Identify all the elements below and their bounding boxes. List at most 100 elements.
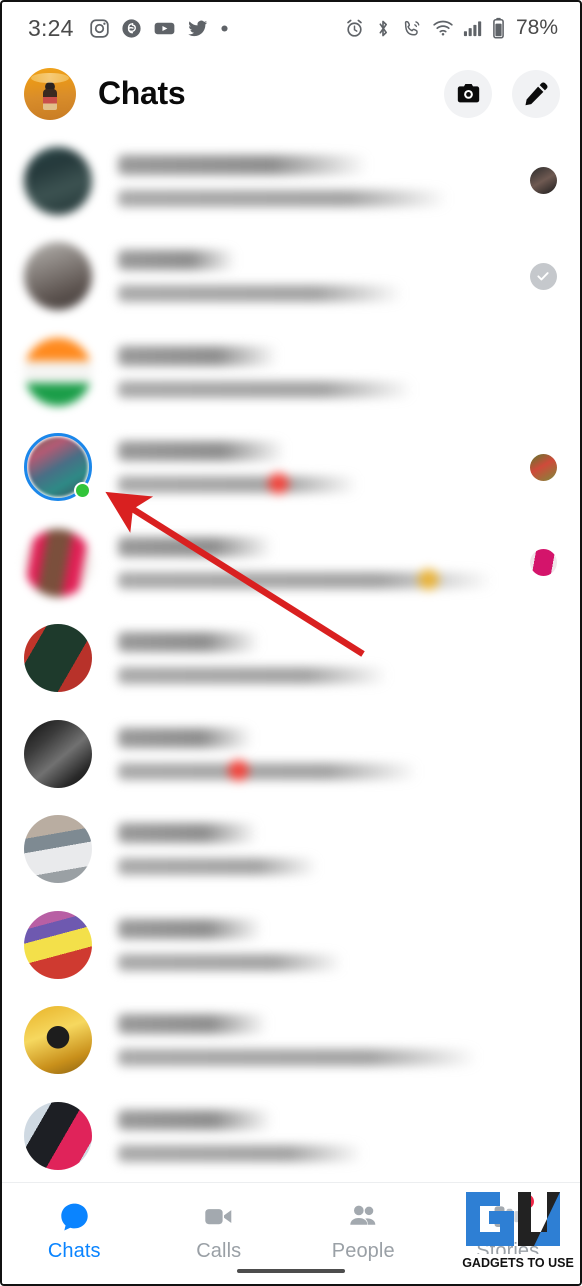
twitter-icon (187, 20, 207, 36)
nav-label-people: People (331, 1240, 395, 1262)
chat-row[interactable] (2, 229, 580, 325)
chat-avatar-wrapper[interactable] (24, 337, 92, 406)
phone-screen: 3:24 78% Chats Chats Calls People Storie… (0, 0, 582, 1286)
chat-text-block (118, 250, 518, 303)
chat-row[interactable] (2, 993, 580, 1089)
people-icon (347, 1199, 380, 1233)
chat-avatar (24, 337, 92, 406)
seen-by-avatar (529, 167, 557, 195)
chat-avatar (24, 910, 92, 979)
seen-by-avatar (529, 453, 557, 481)
new-message-button[interactable] (512, 69, 560, 118)
chat-row[interactable] (2, 1088, 580, 1184)
snippet-emoji (418, 568, 439, 590)
chat-avatar (24, 242, 92, 311)
chat-name (118, 345, 278, 366)
call-icon (404, 20, 420, 36)
camera-button[interactable] (444, 69, 492, 118)
chat-status-indicator (528, 453, 558, 481)
app-header: Chats (2, 54, 580, 133)
nav-item-chats[interactable]: Chats (2, 1183, 147, 1284)
chat-name (118, 250, 236, 271)
chat-status-indicator (528, 549, 558, 577)
chat-name (118, 441, 286, 462)
chat-avatar-wrapper[interactable] (24, 624, 92, 693)
chat-snippet (118, 858, 318, 876)
youtube-icon (154, 22, 174, 34)
seen-by-avatar (529, 549, 557, 577)
chat-avatar-wrapper[interactable] (24, 910, 92, 979)
chat-avatar (24, 1101, 92, 1170)
chat-list[interactable] (2, 133, 580, 1186)
battery-icon (493, 17, 504, 39)
chat-snippet (118, 189, 448, 207)
status-bar-right: 78% (344, 16, 558, 40)
chat-name (118, 632, 260, 653)
nav-label-calls: Calls (196, 1240, 242, 1262)
chat-row[interactable] (2, 802, 580, 898)
chat-row[interactable] (2, 611, 580, 707)
chat-avatar-wrapper[interactable] (24, 146, 92, 215)
instagram-icon (89, 18, 109, 38)
chat-row[interactable] (2, 897, 580, 993)
bottom-navigation: Chats Calls People Stories (2, 1182, 580, 1284)
chat-avatar-wrapper[interactable] (24, 815, 92, 884)
chat-snippet (118, 953, 343, 971)
chat-snippet (118, 759, 418, 781)
chat-snippet (118, 380, 413, 398)
chat-text-block (118, 154, 518, 207)
active-now-dot (74, 482, 91, 500)
chat-text-block (118, 823, 518, 876)
chat-avatar-wrapper[interactable] (24, 528, 92, 597)
chat-name (118, 823, 258, 844)
chat-text-block (118, 1109, 518, 1162)
chat-avatar (24, 1006, 92, 1075)
page-title: Chats (98, 75, 186, 111)
header-actions (444, 69, 560, 118)
chat-row[interactable] (2, 515, 580, 611)
battery-percentage: 78% (515, 16, 558, 39)
chat-text-block (118, 727, 518, 781)
chat-snippet (118, 1049, 478, 1067)
chat-avatar-wrapper[interactable] (24, 1006, 92, 1075)
chat-text-block (118, 345, 518, 398)
chat-avatar-wrapper[interactable] (24, 433, 92, 502)
chat-avatar (24, 624, 92, 693)
chat-name (118, 1014, 268, 1035)
chat-name (118, 154, 368, 175)
chat-row[interactable] (2, 324, 580, 420)
status-bar-left: 3:24 (28, 15, 229, 42)
chat-name (118, 1109, 273, 1130)
chat-snippet (118, 285, 403, 303)
chat-row[interactable] (2, 133, 580, 229)
edit-pencil-icon (524, 82, 547, 106)
chat-text-block (118, 536, 518, 590)
chat-status-indicator (528, 262, 558, 290)
nav-item-stories[interactable]: Stories (436, 1183, 581, 1284)
profile-avatar[interactable] (24, 67, 76, 120)
chat-avatar-wrapper[interactable] (24, 242, 92, 311)
chat-avatar (24, 146, 92, 215)
chat-name (118, 536, 273, 557)
chat-snippet (118, 667, 388, 685)
status-bar-clock: 3:24 (28, 14, 74, 41)
chat-row[interactable] (2, 420, 580, 516)
chat-row[interactable] (2, 706, 580, 802)
gesture-home-bar[interactable] (237, 1269, 345, 1273)
chat-text-block (118, 1014, 518, 1067)
chat-avatar-wrapper[interactable] (24, 719, 92, 788)
camera-icon (457, 84, 479, 103)
chat-avatar-wrapper[interactable] (24, 1101, 92, 1170)
dot-icon (221, 24, 228, 32)
nav-label-chats: Chats (47, 1240, 101, 1262)
chat-text-block (118, 441, 518, 495)
nav-label-stories: Stories (476, 1240, 540, 1262)
delivered-check-icon (529, 262, 557, 290)
chat-avatar (24, 528, 92, 597)
snippet-emoji (228, 759, 249, 781)
signal-icon (463, 20, 482, 36)
wifi-icon (433, 20, 453, 36)
status-bar: 3:24 78% (2, 2, 580, 54)
chat-snippet (118, 1144, 363, 1162)
threads-icon (121, 18, 141, 38)
